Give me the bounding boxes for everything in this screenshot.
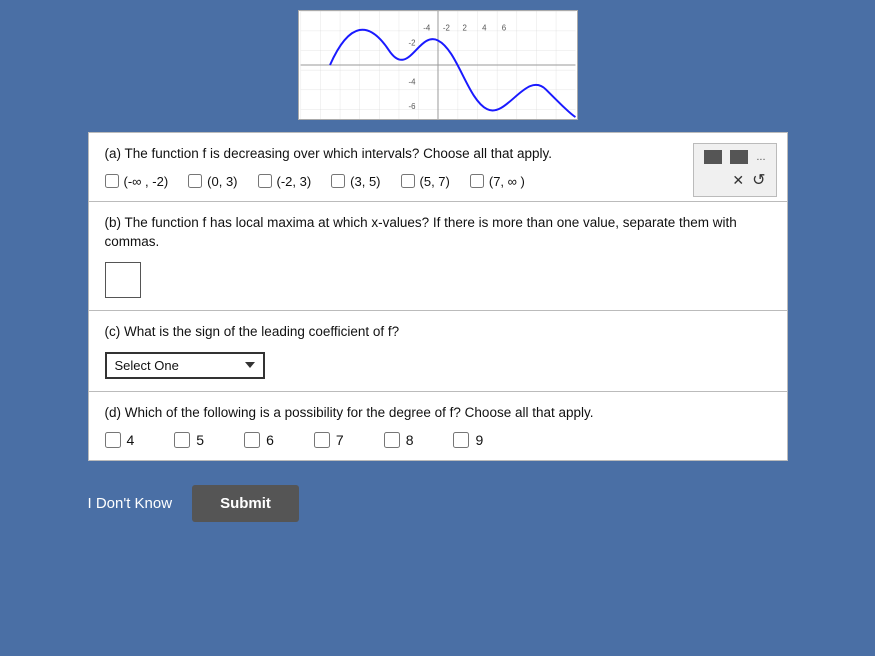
- checkbox-label-a2: (0, 3): [207, 174, 237, 189]
- degree-label-6: 6: [266, 432, 274, 448]
- checkbox-a5[interactable]: (5, 7): [401, 174, 450, 189]
- checkbox-d6[interactable]: [244, 432, 260, 448]
- action-icon-row: ✕ ↺: [732, 170, 765, 190]
- degree-9[interactable]: 9: [453, 432, 483, 448]
- section-a-question: (a) The function f is decreasing over wh…: [105, 145, 771, 164]
- checkbox-d7[interactable]: [314, 432, 330, 448]
- svg-text:2: 2: [462, 24, 466, 33]
- checkbox-label-a3: (-2, 3): [277, 174, 312, 189]
- panel-dots: ...: [756, 151, 765, 163]
- svg-text:-2: -2: [442, 24, 449, 33]
- degree-label-4: 4: [127, 432, 135, 448]
- section-d-options: 4 5 6 7 8: [105, 432, 771, 448]
- degree-5[interactable]: 5: [174, 432, 204, 448]
- checkbox-d4[interactable]: [105, 432, 121, 448]
- checkbox-input-a1[interactable]: [105, 174, 119, 188]
- svg-text:-6: -6: [408, 102, 416, 111]
- close-icon[interactable]: ✕: [732, 172, 744, 189]
- checkbox-a2[interactable]: (0, 3): [188, 174, 237, 189]
- checkbox-label-a4: (3, 5): [350, 174, 380, 189]
- checkbox-d9[interactable]: [453, 432, 469, 448]
- icon-panel: ... ✕ ↺: [693, 143, 776, 197]
- section-b-input[interactable]: [105, 262, 141, 298]
- section-a-options: (-∞ , -2) (0, 3) (-2, 3) (3, 5) (5, 7): [105, 174, 771, 189]
- svg-text:-4: -4: [423, 24, 431, 33]
- panel-icon-2: [730, 150, 748, 164]
- checkbox-label-a6: (7, ∞ ): [489, 174, 525, 189]
- checkbox-a3[interactable]: (-2, 3): [258, 174, 312, 189]
- main-container: -2 -4 2 4 6 -2 -4 -6 ... ✕ ↺: [0, 0, 875, 656]
- degree-7[interactable]: 7: [314, 432, 344, 448]
- checkbox-a1[interactable]: (-∞ , -2): [105, 174, 169, 189]
- checkbox-a6[interactable]: (7, ∞ ): [470, 174, 525, 189]
- svg-text:4: 4: [482, 24, 487, 33]
- icon-row: ...: [704, 150, 765, 164]
- panel-icon-1: [704, 150, 722, 164]
- svg-text:-2: -2: [408, 38, 415, 47]
- degree-8[interactable]: 8: [384, 432, 414, 448]
- degree-label-9: 9: [475, 432, 483, 448]
- degree-label-5: 5: [196, 432, 204, 448]
- section-c-question: (c) What is the sign of the leading coef…: [105, 323, 771, 342]
- section-c: (c) What is the sign of the leading coef…: [89, 311, 787, 392]
- degree-label-7: 7: [336, 432, 344, 448]
- checkbox-a4[interactable]: (3, 5): [331, 174, 380, 189]
- checkbox-d8[interactable]: [384, 432, 400, 448]
- checkbox-input-a4[interactable]: [331, 174, 345, 188]
- section-c-dropdown[interactable]: Select One Positive Negative: [105, 352, 265, 379]
- section-a: (a) The function f is decreasing over wh…: [89, 133, 787, 202]
- checkbox-input-a6[interactable]: [470, 174, 484, 188]
- question-panel: ... ✕ ↺ (a) The function f is decreasing…: [88, 132, 788, 461]
- checkbox-label-a1: (-∞ , -2): [124, 174, 169, 189]
- graph-container: -2 -4 2 4 6 -2 -4 -6: [298, 10, 578, 120]
- checkbox-d5[interactable]: [174, 432, 190, 448]
- degree-6[interactable]: 6: [244, 432, 274, 448]
- submit-button[interactable]: Submit: [192, 485, 299, 522]
- svg-text:6: 6: [501, 24, 506, 33]
- section-b: (b) The function f has local maxima at w…: [89, 202, 787, 311]
- degree-4[interactable]: 4: [105, 432, 135, 448]
- checkbox-label-a5: (5, 7): [420, 174, 450, 189]
- undo-icon[interactable]: ↺: [752, 170, 765, 190]
- svg-text:-4: -4: [408, 78, 416, 87]
- degree-label-8: 8: [406, 432, 414, 448]
- checkbox-input-a3[interactable]: [258, 174, 272, 188]
- checkbox-input-a5[interactable]: [401, 174, 415, 188]
- section-b-question: (b) The function f has local maxima at w…: [105, 214, 771, 252]
- section-d-question: (d) Which of the following is a possibil…: [105, 404, 771, 423]
- section-d: (d) Which of the following is a possibil…: [89, 392, 787, 461]
- bottom-bar: I Don't Know Submit: [88, 485, 788, 522]
- checkbox-input-a2[interactable]: [188, 174, 202, 188]
- dont-know-button[interactable]: I Don't Know: [88, 495, 173, 512]
